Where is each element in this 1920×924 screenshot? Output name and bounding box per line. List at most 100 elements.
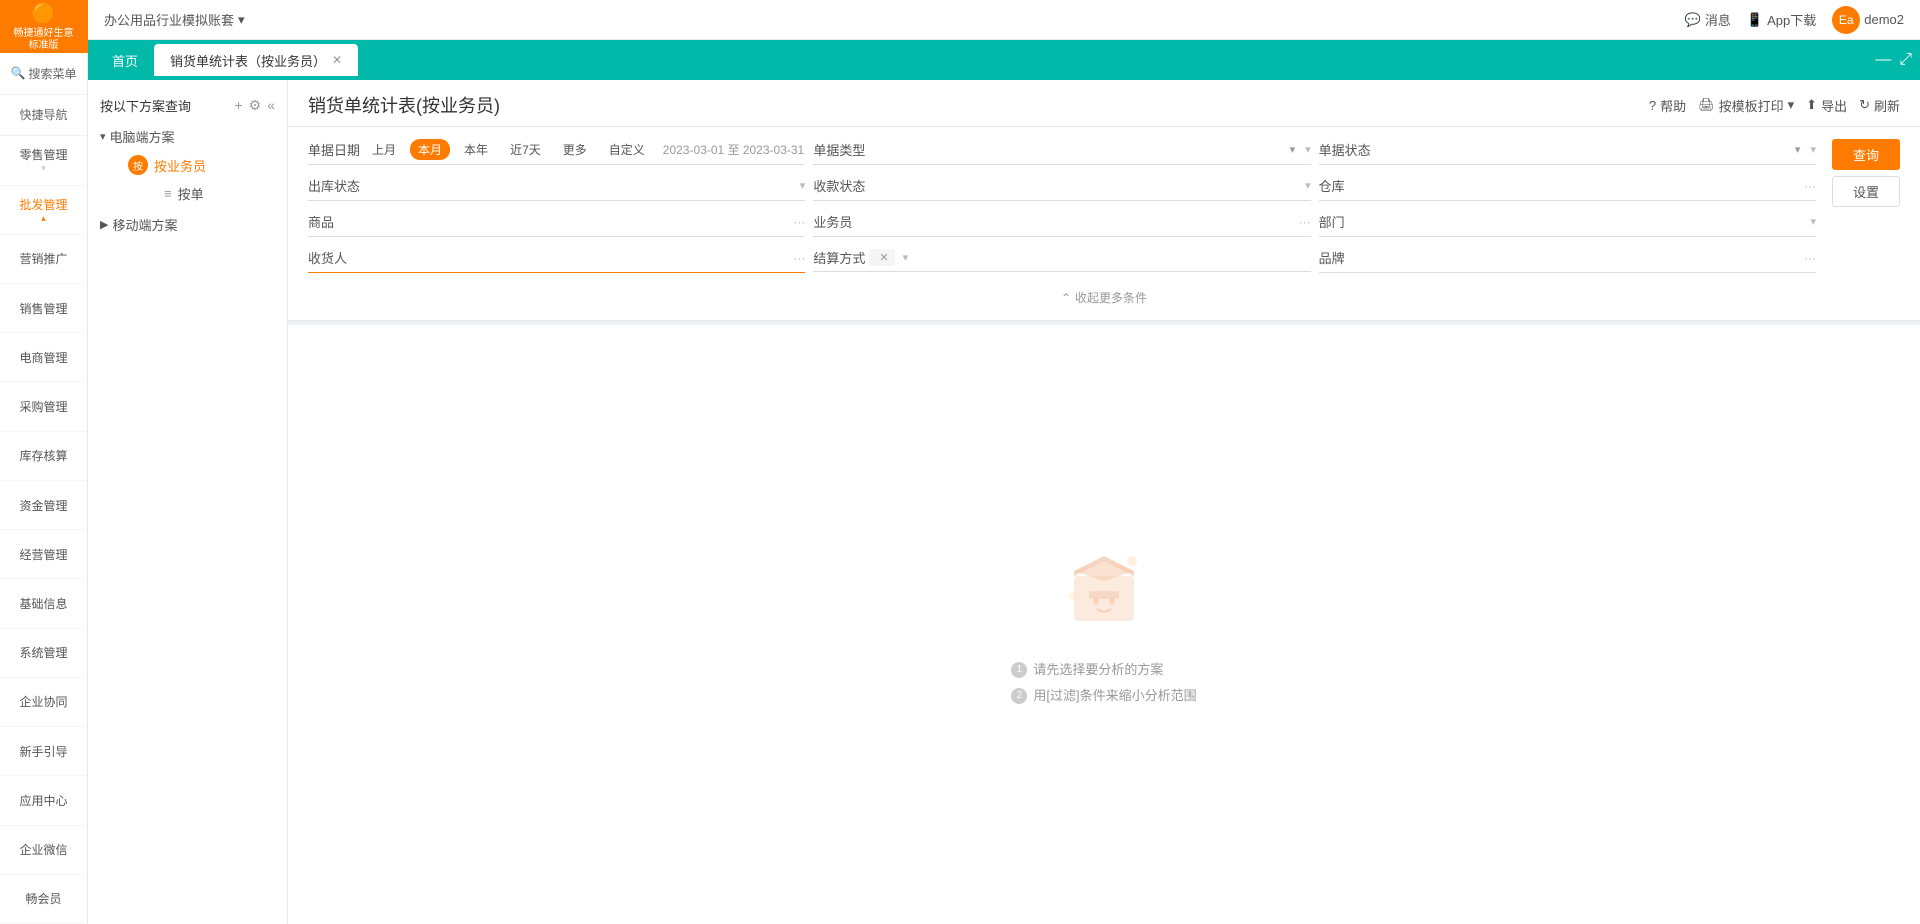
order-status-input[interactable]	[1375, 139, 1807, 160]
app-download-button[interactable]: 📱 App下载	[1747, 10, 1816, 29]
outbound-input[interactable]	[364, 175, 796, 196]
sidebar-item-ecommerce[interactable]: 电商管理	[0, 333, 88, 382]
sidebar-search[interactable]: 🔍 搜索菜单	[0, 53, 88, 95]
tree-item-by-order[interactable]: ≡ 按单	[116, 180, 287, 207]
topbar-title-area[interactable]: 办公用品行业模拟账套 ▾	[104, 10, 245, 29]
order-icon: ≡	[164, 186, 172, 201]
print-button[interactable]: 🖨 按模板打印 ▾	[1698, 96, 1794, 115]
sidebar-logo[interactable]: 🟠 畅捷通好生意 标准版	[0, 0, 88, 53]
settings-scheme-icon[interactable]: ⚙	[249, 97, 262, 114]
sidebar-quicknav[interactable]: 快捷导航	[0, 95, 88, 137]
user-area[interactable]: Ea demo2	[1832, 6, 1904, 34]
help-button[interactable]: ? 帮助	[1649, 96, 1686, 115]
refresh-button[interactable]: ↻ 刷新	[1859, 96, 1900, 115]
sidebar-item-label: 营销推广	[19, 250, 67, 267]
date-btn-custom[interactable]: 自定义	[601, 139, 653, 160]
filter-order-status-group: 单据状态 ▾	[1319, 139, 1816, 165]
tab-home[interactable]: 首页	[96, 44, 154, 76]
product-dots-icon[interactable]: ···	[793, 215, 805, 229]
sidebar-item-enterprise[interactable]: 企业协同	[0, 678, 88, 727]
sidebar-item-sales[interactable]: 销售管理	[0, 284, 88, 333]
sidebar-item-newbie[interactable]: 新手引导	[0, 727, 88, 776]
tree-item-by-salesperson[interactable]: 按 按业务员	[116, 150, 287, 180]
page-title: 销货单统计表(按业务员)	[308, 92, 500, 118]
print-dropdown-icon[interactable]: ▾	[1788, 97, 1795, 113]
sidebar-item-label: 资金管理	[19, 497, 67, 514]
left-panel-actions: + ⚙ «	[234, 97, 275, 114]
sidebar-item-system[interactable]: 系统管理	[0, 629, 88, 678]
sidebar-item-appstore[interactable]: 应用中心	[0, 776, 88, 825]
chevron-icon: ▴	[41, 213, 46, 224]
receipt-dropdown-icon[interactable]: ▾	[1305, 179, 1311, 192]
filter-salesperson-group: 业务员 ···	[813, 211, 1310, 237]
order-type-input[interactable]	[869, 139, 1301, 160]
date-btn-lastmonth[interactable]: 上月	[364, 139, 404, 160]
search-label: 搜索菜单	[28, 65, 76, 82]
product-input[interactable]	[364, 211, 789, 232]
dept-input[interactable]	[1375, 211, 1807, 232]
topbar-dropdown-icon[interactable]: ▾	[238, 12, 245, 28]
query-button[interactable]: 查询	[1832, 139, 1900, 170]
sidebar-item-retail[interactable]: 零售管理 ▾	[0, 136, 88, 185]
empty-state-icon	[1054, 541, 1154, 641]
sidebar-item-label: 畅会员	[25, 890, 61, 907]
date-btn-thisyear[interactable]: 本年	[456, 139, 496, 160]
settings-button[interactable]: 设置	[1832, 176, 1900, 207]
consignee-label: 收货人	[308, 248, 360, 267]
salesperson-dots-icon[interactable]: ···	[1299, 215, 1311, 229]
order-type-select-wrapper[interactable]	[869, 139, 1301, 160]
sidebar-item-finance[interactable]: 资金管理	[0, 481, 88, 530]
tab-minimize-icon[interactable]: —	[1875, 51, 1891, 69]
sidebar-item-basic[interactable]: 基础信息	[0, 579, 88, 628]
payment-tag-close-icon[interactable]: ✕	[879, 251, 888, 264]
avatar: Ea	[1832, 6, 1860, 34]
order-type-dropdown-icon[interactable]: ▾	[1305, 143, 1311, 156]
tab-close-icon[interactable]: ✕	[332, 53, 342, 67]
consignee-dots-icon[interactable]: ···	[793, 251, 805, 265]
sidebar-item-purchase[interactable]: 采购管理	[0, 382, 88, 431]
outbound-dropdown-icon[interactable]: ▾	[800, 179, 806, 192]
warehouse-dots-icon[interactable]: ···	[1804, 179, 1816, 193]
filter-warehouse-group: 仓库 ···	[1319, 175, 1816, 201]
sidebar-item-wechat[interactable]: 企业微信	[0, 826, 88, 875]
sidebar-item-marketing[interactable]: 营销推广	[0, 235, 88, 284]
collapse-panel-icon[interactable]: «	[267, 97, 275, 114]
msg-button[interactable]: 💬 消息	[1685, 10, 1731, 29]
receipt-input[interactable]	[869, 175, 1301, 196]
date-btn-thismonth[interactable]: 本月	[410, 139, 450, 160]
tab-sales-stat[interactable]: 销货单统计表（按业务员） ✕	[154, 44, 358, 76]
sidebar-item-operation[interactable]: 经营管理	[0, 530, 88, 579]
brand-input[interactable]	[1375, 247, 1800, 268]
sidebar-item-label: 应用中心	[19, 792, 67, 809]
add-scheme-icon[interactable]: +	[234, 97, 242, 114]
order-status-select-wrapper[interactable]	[1375, 139, 1807, 160]
sidebar-item-member[interactable]: 畅会员	[0, 875, 88, 924]
left-panel-header: 按以下方案查询 + ⚙ «	[88, 88, 287, 123]
salesperson-label: 业务员	[813, 212, 865, 231]
filter-outbound-group: 出库状态 ▾	[308, 175, 805, 201]
date-btn-7days[interactable]: 近7天	[502, 139, 549, 160]
collapse-button[interactable]: ⌃ 收起更多条件	[1061, 289, 1147, 306]
consignee-input[interactable]	[364, 247, 789, 268]
topbar-right: 💬 消息 📱 App下载 Ea demo2	[1685, 6, 1904, 34]
tab-expand-icon[interactable]: ⤢	[1899, 51, 1912, 69]
order-status-dropdown-icon[interactable]: ▾	[1810, 143, 1816, 156]
sidebar-item-inventory[interactable]: 库存核算	[0, 432, 88, 481]
filter-row-2: 出库状态 ▾ 收款状态 ▾ 仓库	[308, 175, 1816, 201]
tree-expand-icon[interactable]: ▾	[100, 130, 106, 143]
export-button[interactable]: ⬆ 导出	[1806, 96, 1847, 115]
sidebar-item-wholesale[interactable]: 批发管理 ▴	[0, 186, 88, 235]
warehouse-input[interactable]	[1375, 175, 1800, 196]
tree-desktop-children: 按 按业务员 ≡ 按单	[88, 150, 287, 207]
tree-desktop-label: 电脑端方案	[110, 127, 175, 146]
logo-text: 畅捷通好生意 标准版	[14, 28, 74, 52]
salesperson-input[interactable]	[869, 211, 1294, 232]
dept-dropdown-icon[interactable]: ▾	[1810, 215, 1816, 228]
payment-dropdown-icon[interactable]: ▾	[903, 251, 909, 264]
date-btn-more[interactable]: 更多	[555, 139, 595, 160]
filter-dept-group: 部门 ▾	[1319, 211, 1816, 237]
empty-tips: 1 请先选择要分析的方案 2 用[过滤]条件来缩小分析范围	[1011, 657, 1196, 709]
tree-mobile-expand-icon[interactable]: ▶	[100, 218, 108, 231]
filter-row-4: 收货人 ··· 结算方式 ✕ ▾	[308, 247, 1816, 273]
brand-dots-icon[interactable]: ···	[1804, 251, 1816, 265]
